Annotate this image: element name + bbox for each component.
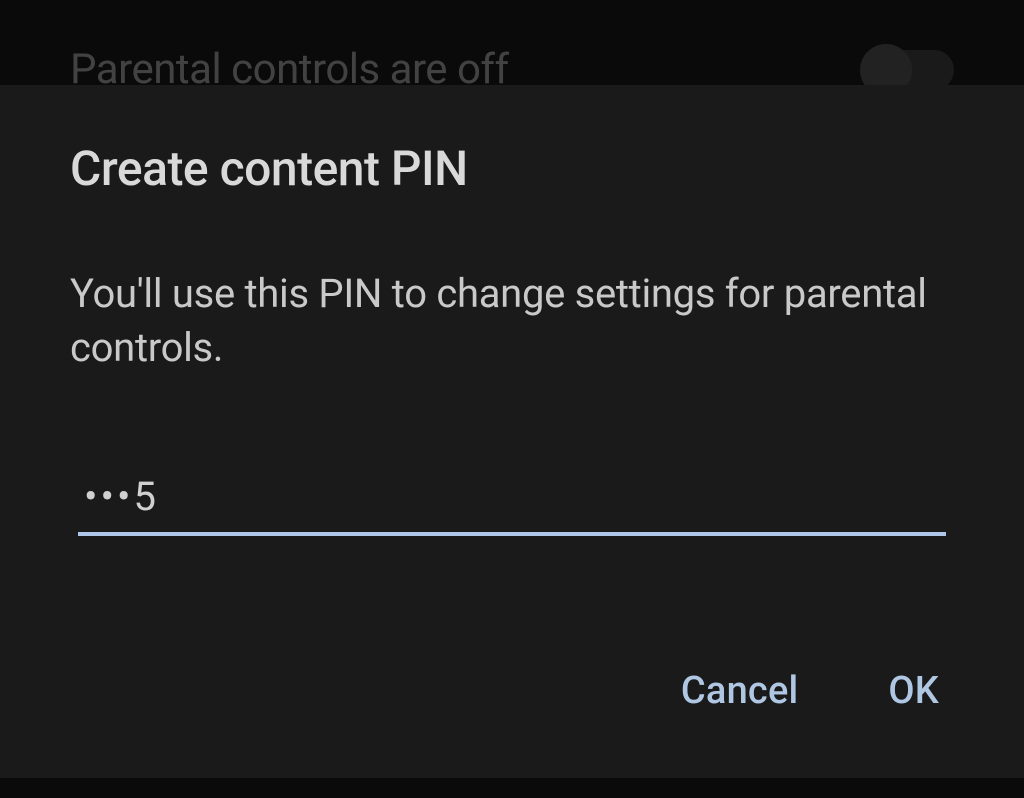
dialog-body-text: You'll use this PIN to change settings f… bbox=[70, 267, 954, 375]
dialog-actions: Cancel OK bbox=[70, 669, 954, 738]
ok-button[interactable]: OK bbox=[888, 669, 939, 713]
create-pin-dialog: Create content PIN You'll use this PIN t… bbox=[0, 85, 1024, 778]
pin-input-underline bbox=[78, 532, 946, 536]
cancel-button[interactable]: Cancel bbox=[681, 669, 799, 713]
dialog-title: Create content PIN bbox=[70, 140, 954, 197]
pin-input[interactable]: •••5 bbox=[78, 470, 946, 536]
pin-input-value: •••5 bbox=[78, 470, 946, 532]
parental-controls-toggle[interactable] bbox=[864, 50, 954, 90]
